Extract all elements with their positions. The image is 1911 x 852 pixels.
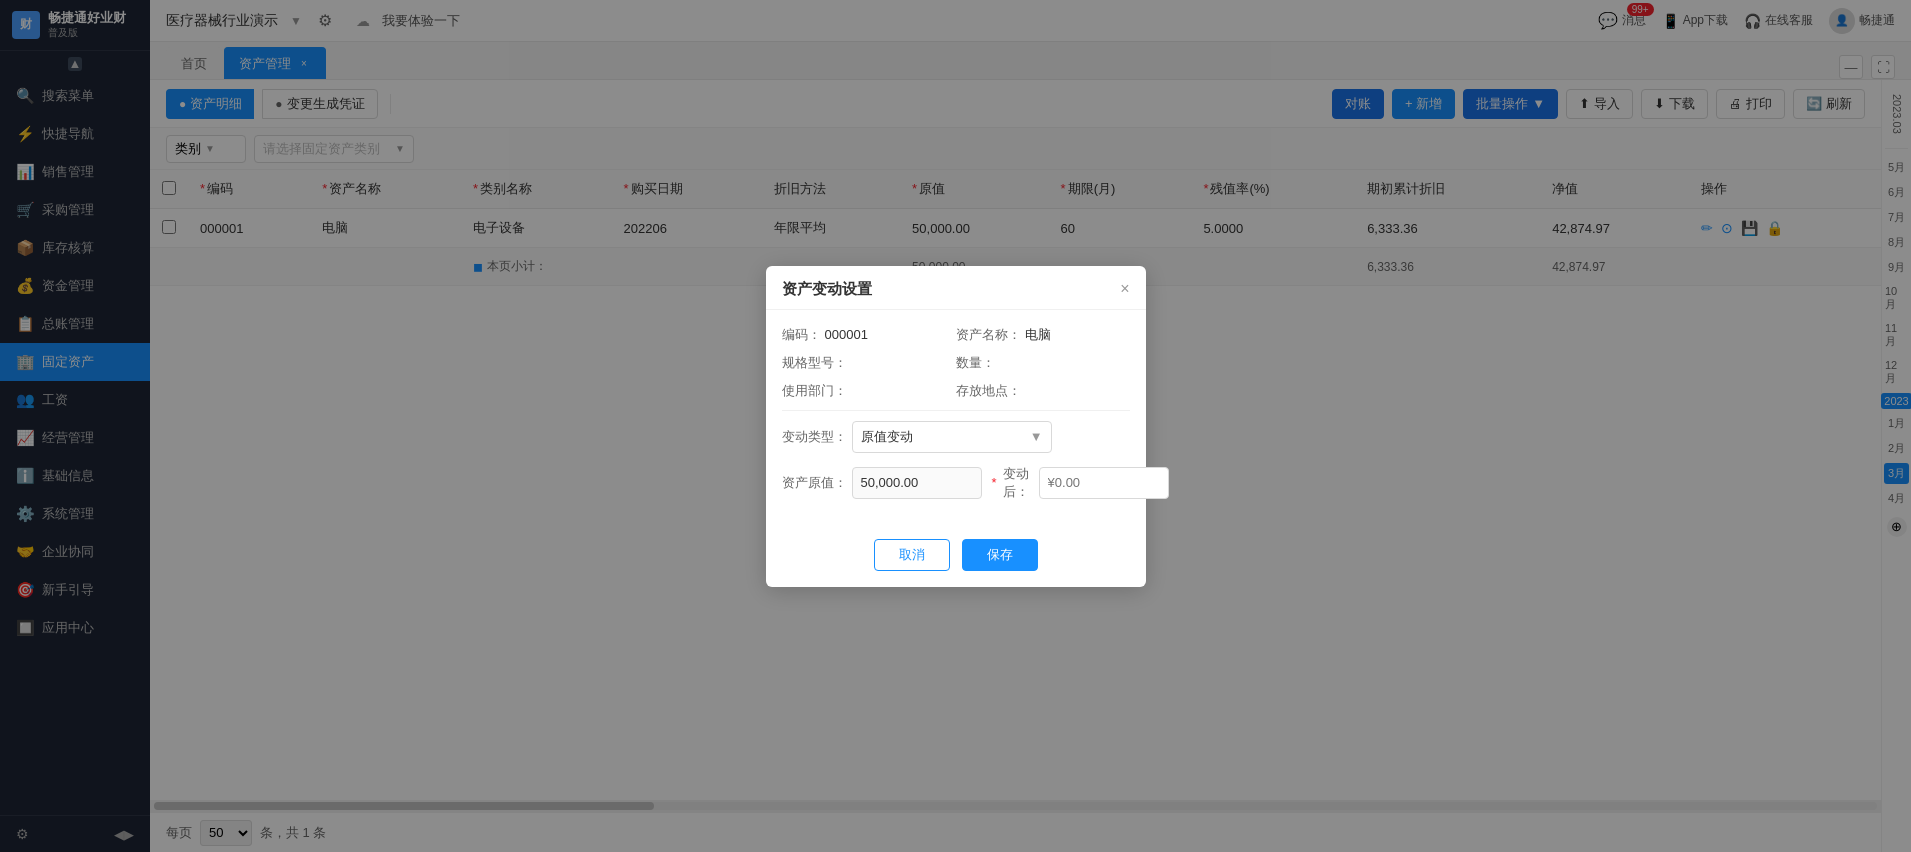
modal-dept-label: 使用部门： (782, 382, 847, 400)
modal-after-label: 变动后： (1003, 465, 1029, 501)
modal-divider (782, 410, 1130, 411)
save-button[interactable]: 保存 (962, 539, 1038, 571)
modal-info-row-1: 编码： 000001 资产名称： 电脑 (782, 326, 1130, 344)
modal-dept-item: 使用部门： (782, 382, 956, 400)
modal-name-label: 资产名称： (956, 326, 1021, 344)
modal-title: 资产变动设置 (782, 280, 872, 299)
modal-name-value: 电脑 (1025, 326, 1051, 344)
modal-header: 资产变动设置 × (766, 266, 1146, 310)
modal-change-type-value: 原值变动 (861, 428, 913, 446)
required-star-after: * 变动后： (992, 465, 1029, 501)
modal-body: 编码： 000001 资产名称： 电脑 规格型号： 数量： (766, 310, 1146, 529)
modal-original-value-label: 资产原值： (782, 474, 852, 492)
modal-code-label: 编码： (782, 326, 821, 344)
modal-change-type-row: 变动类型： 原值变动 ▼ (782, 421, 1130, 453)
modal-change-type-label: 变动类型： (782, 428, 852, 446)
modal-name-item: 资产名称： 电脑 (956, 326, 1130, 344)
modal-value-row: 资产原值： * 变动后： (782, 465, 1130, 501)
modal-quantity-item: 数量： (956, 354, 1130, 372)
modal-quantity-label: 数量： (956, 354, 995, 372)
modal-change-type-select[interactable]: 原值变动 ▼ (852, 421, 1052, 453)
modal-footer: 取消 保存 (766, 529, 1146, 587)
modal-original-value-input[interactable] (852, 467, 982, 499)
modal-info-row-2: 规格型号： 数量： (782, 354, 1130, 372)
modal-location-label: 存放地点： (956, 382, 1021, 400)
modal-code-item: 编码： 000001 (782, 326, 956, 344)
modal-code-value: 000001 (825, 327, 868, 342)
modal-after-value-input[interactable] (1039, 467, 1169, 499)
modal-spec-item: 规格型号： (782, 354, 956, 372)
asset-change-modal: 资产变动设置 × 编码： 000001 资产名称： 电脑 规格型号： (766, 266, 1146, 587)
modal-spec-label: 规格型号： (782, 354, 847, 372)
modal-location-item: 存放地点： (956, 382, 1130, 400)
change-type-dropdown-icon: ▼ (1030, 429, 1043, 444)
cancel-button[interactable]: 取消 (874, 539, 950, 571)
modal-close-button[interactable]: × (1120, 280, 1129, 298)
modal-info-row-3: 使用部门： 存放地点： (782, 382, 1130, 400)
modal-overlay[interactable]: 资产变动设置 × 编码： 000001 资产名称： 电脑 规格型号： (0, 0, 1911, 852)
